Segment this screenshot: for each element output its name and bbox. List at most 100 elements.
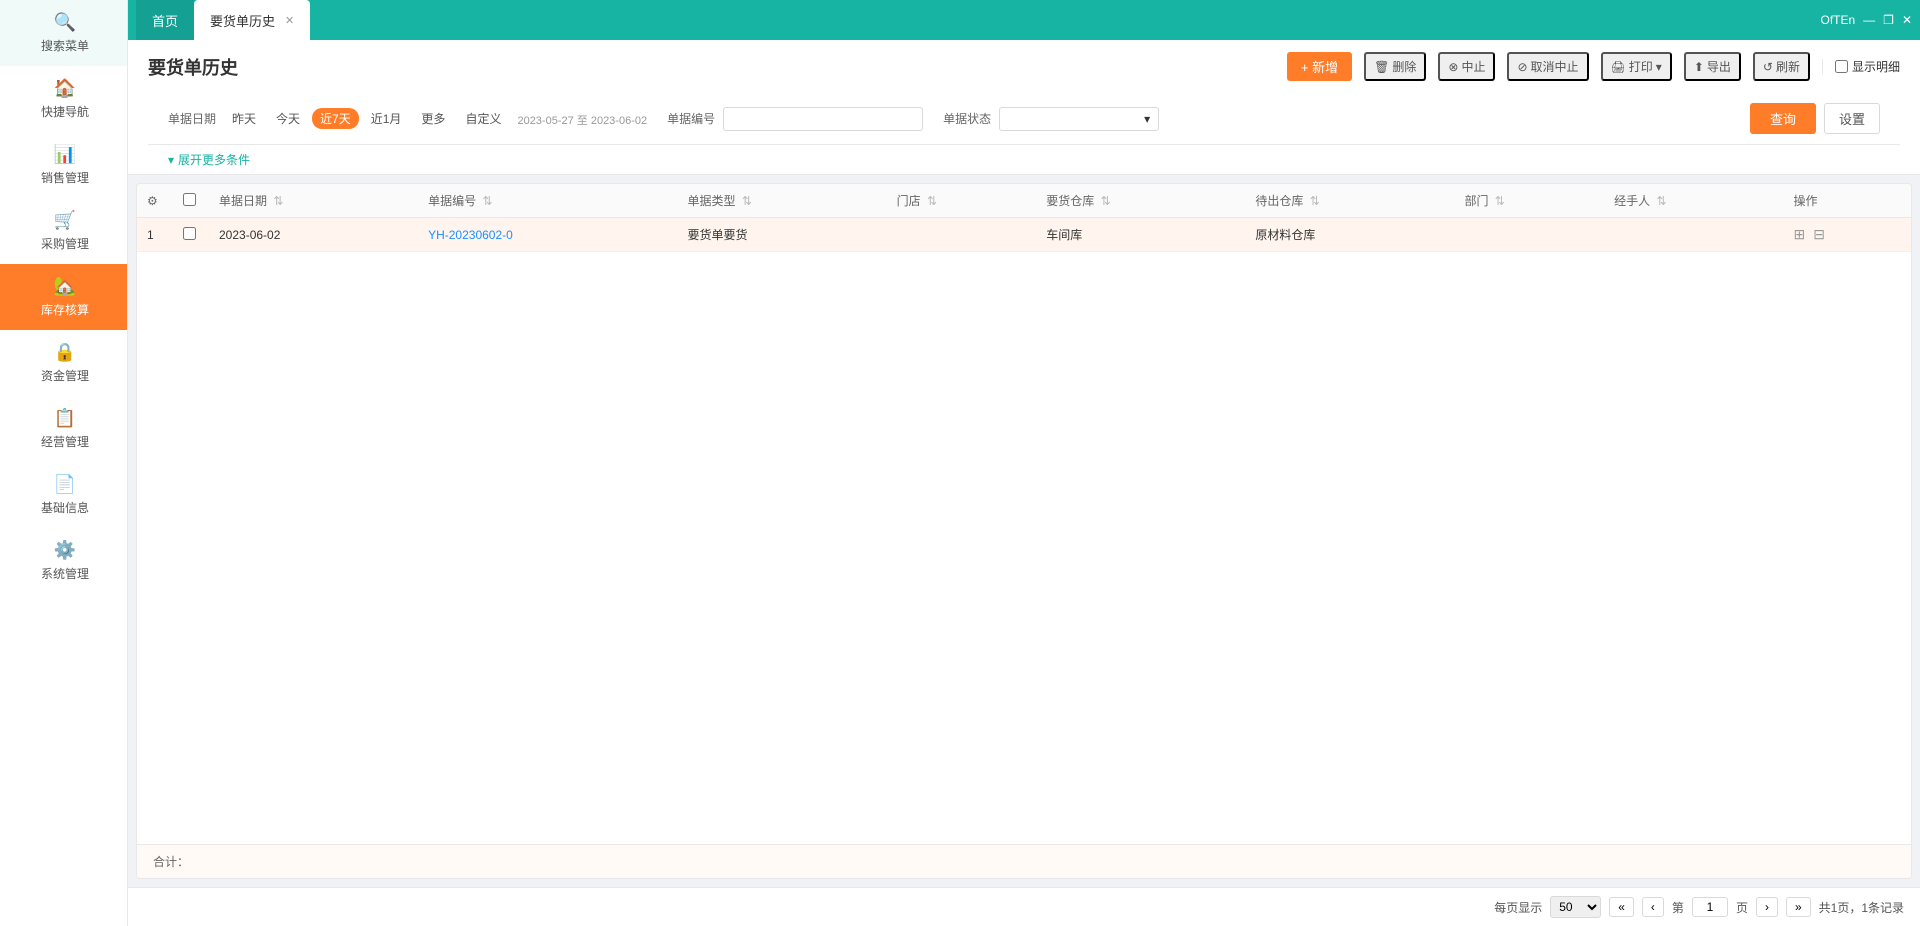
tab-close-icon[interactable]: ✕ [285, 14, 294, 27]
export-button[interactable]: ⬆ 导出 [1684, 52, 1741, 81]
sidebar-item-sales[interactable]: 📊销售管理 [0, 132, 127, 198]
status-label: 单据状态 [943, 110, 991, 127]
minimize-btn[interactable]: — [1863, 13, 1875, 27]
sidebar-label-inventory: 库存核算 [41, 301, 89, 318]
page-number-input[interactable] [1692, 897, 1728, 917]
row-handler [1604, 218, 1783, 252]
col-actions: 操作 [1783, 184, 1911, 218]
date-opt-custom[interactable]: 自定义 [457, 108, 509, 129]
inventory-icon: 🏡 [54, 276, 76, 297]
quick-nav-icon: 🏠 [54, 78, 76, 99]
status-select[interactable]: ▾ [999, 107, 1159, 131]
date-range-text: 2023-05-27 至 2023-06-02 [517, 112, 647, 128]
col-store[interactable]: 门店 ⇅ [887, 184, 1037, 218]
page-suffix: 页 [1736, 899, 1748, 916]
sort-handler-icon: ⇅ [1656, 194, 1666, 208]
table-empty-space [137, 252, 1911, 844]
suspend-button[interactable]: ⊗ 中止 [1438, 52, 1495, 81]
refresh-button[interactable]: ↺ 刷新 [1753, 52, 1810, 81]
pagination-summary: 共1页，1条记录 [1819, 899, 1904, 916]
toolbar: + 新增 🗑 删除 ⊗ 中止 ⊘ 取消中止 🖨 打 [1287, 52, 1900, 81]
sidebar-label-base-info: 基础信息 [41, 499, 89, 516]
operations-icon: 📋 [54, 408, 76, 429]
sidebar-item-purchase[interactable]: 🛒采购管理 [0, 198, 127, 264]
row-department [1454, 218, 1604, 252]
delete-icon: 🗑 [1374, 60, 1389, 74]
refresh-icon: ↺ [1763, 60, 1773, 74]
data-table: ⚙ 单据日期 ⇅ 单据编号 ⇅ 单据类型 [137, 184, 1911, 252]
doc-number-filter-group: 单据编号 [667, 107, 923, 131]
settings-button[interactable]: 设置 [1824, 103, 1880, 134]
per-page-select[interactable]: 50 100 200 [1550, 896, 1601, 918]
restore-btn[interactable]: ❐ [1883, 13, 1894, 27]
sidebar-item-inventory[interactable]: 🏡 库存核算 [0, 264, 127, 330]
select-all-checkbox[interactable] [183, 193, 196, 206]
row-select-checkbox[interactable] [183, 227, 196, 240]
top-bar-right: OfTEn — ❐ ✕ [1820, 13, 1912, 27]
table-body: 1 2023-06-02 YH-20230602-0 要货单要货 车间库 原材料… [137, 218, 1911, 252]
row-doc-type: 要货单要货 [678, 218, 887, 252]
new-button[interactable]: + 新增 [1287, 52, 1352, 81]
row-actions: ⊞ ⊟ [1783, 218, 1911, 252]
doc-number-input[interactable] [723, 107, 923, 131]
date-opt-today[interactable]: 今天 [268, 108, 308, 129]
sidebar-item-system[interactable]: ⚙️系统管理 [0, 528, 127, 594]
col-req-warehouse[interactable]: 要货仓库 ⇅ [1036, 184, 1245, 218]
sidebar-item-operations[interactable]: 📋 经营管理 [0, 396, 127, 462]
filter-area: 单据日期 昨天 今天 近7天 近1月 更多 自定义 2023-05-27 至 2… [148, 93, 1900, 145]
tab-home[interactable]: 首页 [136, 0, 194, 40]
close-btn[interactable]: ✕ [1902, 13, 1912, 27]
row-date: 2023-06-02 [209, 218, 418, 252]
sort-doctype-icon: ⇅ [742, 194, 752, 208]
row-doc-num-link[interactable]: YH-20230602-0 [428, 228, 513, 242]
col-handler[interactable]: 经手人 ⇅ [1604, 184, 1783, 218]
display-detail-checkbox[interactable] [1835, 60, 1848, 73]
date-opt-7days[interactable]: 近7天 [312, 108, 359, 129]
table-header-row: ⚙ 单据日期 ⇅ 单据编号 ⇅ 单据类型 [137, 184, 1911, 218]
col-doc-num[interactable]: 单据编号 ⇅ [418, 184, 677, 218]
table-container: ⚙ 单据日期 ⇅ 单据编号 ⇅ 单据类型 [136, 183, 1912, 879]
row-action-more-icon[interactable]: ⊟ [1813, 226, 1825, 243]
col-pending-warehouse[interactable]: 待出仓库 ⇅ [1245, 184, 1454, 218]
content-area: 要货单历史 + 新增 🗑 删除 ⊗ 中止 ⊘ 取消中止 [128, 40, 1920, 926]
query-button[interactable]: 查询 [1750, 103, 1816, 134]
row-store [887, 218, 1037, 252]
total-label: 合计： [153, 855, 189, 869]
sidebar-label-quick-nav: 快捷导航 [41, 103, 89, 120]
sidebar-label-finance: 资金管理 [41, 367, 89, 384]
tab-requisition-history[interactable]: 要货单历史 ✕ [194, 0, 310, 40]
first-page-btn[interactable]: « [1609, 897, 1634, 917]
sidebar: 🔍搜索菜单 🏠 快捷导航 📊销售管理🛒采购管理 🏡 库存核算 🔒资金管理 📋 经营管理 📄基础信息… [0, 0, 128, 926]
page-label: 第 [1672, 899, 1684, 916]
sidebar-item-search-menu[interactable]: 🔍搜索菜单 [0, 0, 127, 66]
sales-icon: 📊 [54, 144, 76, 165]
doc-number-label: 单据编号 [667, 110, 715, 127]
print-dropdown-icon: ▾ [1656, 60, 1662, 74]
row-action-view-icon[interactable]: ⊞ [1793, 226, 1805, 243]
date-opt-yesterday[interactable]: 昨天 [224, 108, 264, 129]
sidebar-item-finance[interactable]: 🔒资金管理 [0, 330, 127, 396]
next-page-btn[interactable]: › [1756, 897, 1778, 917]
print-button[interactable]: 🖨 打印 ▾ [1601, 52, 1672, 81]
per-page-label: 每页显示 [1494, 899, 1542, 916]
sidebar-item-quick-nav[interactable]: 🏠 快捷导航 [0, 66, 127, 132]
sort-docnum-icon: ⇅ [482, 194, 492, 208]
date-opt-more[interactable]: 更多 [413, 108, 453, 129]
cancel-suspend-button[interactable]: ⊘ 取消中止 [1507, 52, 1588, 81]
col-date[interactable]: 单据日期 ⇅ [209, 184, 418, 218]
sort-store-icon: ⇅ [927, 194, 937, 208]
table-row: 1 2023-06-02 YH-20230602-0 要货单要货 车间库 原材料… [137, 218, 1911, 252]
last-page-btn[interactable]: » [1786, 897, 1811, 917]
sidebar-item-base-info[interactable]: 📄基础信息 [0, 462, 127, 528]
col-doc-type[interactable]: 单据类型 ⇅ [678, 184, 887, 218]
cancel-suspend-icon: ⊘ [1517, 60, 1527, 74]
col-settings[interactable]: ⚙ [137, 184, 173, 218]
date-opt-1month[interactable]: 近1月 [363, 108, 410, 129]
expand-more-row[interactable]: ▾ 展开更多条件 [148, 145, 1900, 174]
system-icon: ⚙️ [54, 540, 76, 561]
row-pending-warehouse: 原材料仓库 [1245, 218, 1454, 252]
col-department[interactable]: 部门 ⇅ [1454, 184, 1604, 218]
prev-page-btn[interactable]: ‹ [1642, 897, 1664, 917]
delete-button[interactable]: 🗑 删除 [1364, 52, 1426, 81]
sidebar-label-operations: 经营管理 [41, 433, 89, 450]
